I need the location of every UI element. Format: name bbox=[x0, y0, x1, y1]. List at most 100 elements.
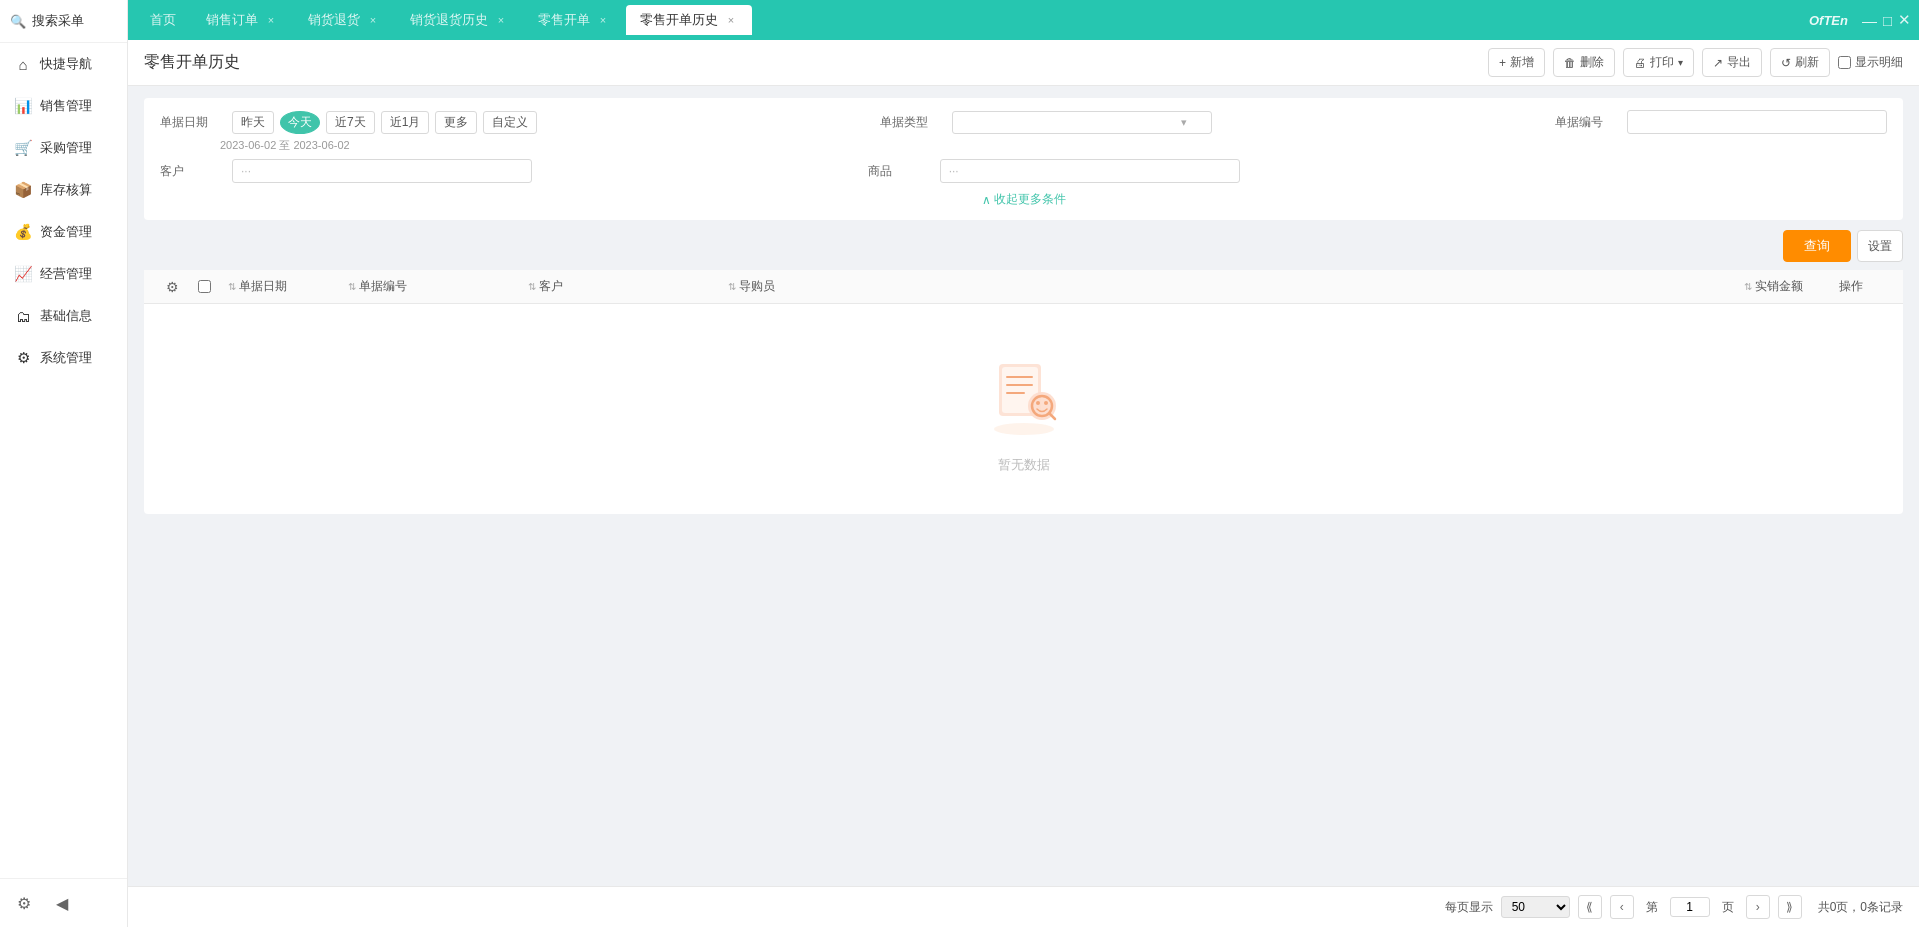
tab-retail-open[interactable]: 零售开单 × bbox=[524, 5, 624, 35]
goods-filter-select[interactable]: ··· bbox=[940, 159, 1240, 183]
tab-home[interactable]: 首页 bbox=[136, 5, 190, 35]
tab-sales-order[interactable]: 销售订单 × bbox=[192, 5, 292, 35]
sidebar: 🔍 搜索采单 ⌂ 快捷导航 📊 销售管理 🛒 采购管理 📦 库存核算 💰 资金管… bbox=[0, 0, 128, 927]
sidebar-item-quick-nav[interactable]: ⌂ 快捷导航 bbox=[0, 43, 127, 85]
settings-bottom-icon[interactable]: ⚙ bbox=[10, 889, 38, 917]
customer-filter-label: 客户 bbox=[160, 163, 220, 180]
date-range-text: 2023-06-02 至 2023-06-02 bbox=[220, 138, 350, 153]
number-filter-input[interactable] bbox=[1627, 110, 1887, 134]
delete-label: 删除 bbox=[1580, 54, 1604, 71]
delete-button[interactable]: 🗑 删除 bbox=[1553, 48, 1615, 77]
date-btn-1month[interactable]: 近1月 bbox=[381, 111, 430, 134]
last-page-btn[interactable]: ⟫ bbox=[1778, 895, 1802, 919]
date-btn-more[interactable]: 更多 bbox=[435, 111, 477, 134]
sidebar-item-sales-mgmt[interactable]: 📊 销售管理 bbox=[0, 85, 127, 127]
page-label-before: 第 bbox=[1646, 899, 1658, 916]
sidebar-item-basic-info[interactable]: 🗂 基础信息 bbox=[0, 295, 127, 337]
close-window-icon[interactable]: ✕ bbox=[1898, 11, 1911, 29]
sort-customer-icon[interactable]: ⇅ bbox=[528, 281, 536, 292]
refresh-button[interactable]: ↺ 刷新 bbox=[1770, 48, 1830, 77]
sidebar-item-inventory[interactable]: 📦 库存核算 bbox=[0, 169, 127, 211]
th-amount-label: 实销金额 bbox=[1755, 278, 1803, 295]
page-title: 零售开单历史 bbox=[144, 52, 1478, 73]
query-label: 查询 bbox=[1804, 237, 1830, 255]
tab-retail-open-history[interactable]: 零售开单历史× bbox=[626, 5, 752, 35]
sidebar-item-purchase-mgmt[interactable]: 🛒 采购管理 bbox=[0, 127, 127, 169]
sidebar-nav: ⌂ 快捷导航 📊 销售管理 🛒 采购管理 📦 库存核算 💰 资金管理 📈 经营管… bbox=[0, 43, 127, 878]
tabbar: 首页销售订单×销货退货×销货退货历史×零售开单×零售开单历史× OfTEn — … bbox=[128, 0, 1919, 40]
collapse-label: 收起更多条件 bbox=[994, 191, 1066, 208]
sidebar-icon-quick-nav: ⌂ bbox=[14, 56, 32, 73]
th-settings[interactable]: ⚙ bbox=[156, 279, 188, 295]
tab-sales-return-history[interactable]: 销货退货历史 × bbox=[396, 5, 522, 35]
query-button[interactable]: 查询 bbox=[1783, 230, 1851, 262]
tabbar-right: OfTEn — □ ✕ bbox=[1809, 11, 1911, 29]
date-btn-custom[interactable]: 自定义 bbox=[483, 111, 537, 134]
type-filter-label: 单据类型 bbox=[880, 114, 940, 131]
svg-point-0 bbox=[994, 423, 1054, 435]
minimize-icon[interactable]: — bbox=[1862, 12, 1877, 29]
per-page-label: 每页显示 bbox=[1445, 899, 1493, 916]
sort-date-icon[interactable]: ⇅ bbox=[228, 281, 236, 292]
date-btn-yesterday[interactable]: 昨天 bbox=[232, 111, 274, 134]
sidebar-icon-inventory: 📦 bbox=[14, 181, 32, 199]
sidebar-label-finance-mgmt: 资金管理 bbox=[40, 223, 92, 241]
sidebar-item-finance-mgmt[interactable]: 💰 资金管理 bbox=[0, 211, 127, 253]
filter-panel: 单据日期 昨天 今天 近7天 近1月 更多 自定义 单据类型 ▾ bbox=[144, 98, 1903, 220]
tab-close-sales-return-history[interactable]: × bbox=[494, 13, 508, 27]
current-page-input[interactable] bbox=[1670, 897, 1710, 917]
column-settings-icon[interactable]: ⚙ bbox=[166, 279, 179, 295]
svg-point-9 bbox=[1036, 401, 1040, 405]
sort-guide-icon[interactable]: ⇅ bbox=[728, 281, 736, 292]
sidebar-item-ops-mgmt[interactable]: 📈 经营管理 bbox=[0, 253, 127, 295]
refresh-icon: ↺ bbox=[1781, 56, 1791, 70]
settings-filter-button[interactable]: 设置 bbox=[1857, 230, 1903, 262]
th-date: ⇅ 单据日期 bbox=[220, 278, 340, 295]
filter-row-2: 客户 ··· 商品 ··· bbox=[160, 159, 1887, 183]
collapse-filter-btn[interactable]: ∧ 收起更多条件 bbox=[982, 191, 1066, 208]
prev-page-btn[interactable]: ‹ bbox=[1610, 895, 1634, 919]
sidebar-search[interactable]: 🔍 搜索采单 bbox=[0, 0, 127, 43]
tab-label-sales-return-history: 销货退货历史 bbox=[410, 11, 488, 29]
add-icon: + bbox=[1499, 56, 1506, 70]
show-detail-checkbox[interactable] bbox=[1838, 56, 1851, 69]
sidebar-item-sys-mgmt[interactable]: ⚙ 系统管理 bbox=[0, 337, 127, 379]
sidebar-label-sales-mgmt: 销售管理 bbox=[40, 97, 92, 115]
sidebar-label-basic-info: 基础信息 bbox=[40, 307, 92, 325]
sidebar-icon-basic-info: 🗂 bbox=[14, 308, 32, 325]
date-btn-today[interactable]: 今天 bbox=[280, 111, 320, 134]
sort-number-icon[interactable]: ⇅ bbox=[348, 281, 356, 292]
first-page-btn[interactable]: ⟪ bbox=[1578, 895, 1602, 919]
restore-icon[interactable]: □ bbox=[1883, 12, 1892, 29]
tab-sales-return[interactable]: 销货退货× bbox=[294, 5, 394, 35]
th-customer: ⇅ 客户 bbox=[520, 278, 720, 295]
sort-amount-icon[interactable]: ⇅ bbox=[1744, 281, 1752, 292]
sidebar-icon-ops-mgmt: 📈 bbox=[14, 265, 32, 283]
tab-label-retail-open: 零售开单 bbox=[538, 11, 590, 29]
print-button[interactable]: 🖨 打印 ▾ bbox=[1623, 48, 1694, 77]
sidebar-icon-purchase-mgmt: 🛒 bbox=[14, 139, 32, 157]
tab-close-retail-open[interactable]: × bbox=[596, 13, 610, 27]
tab-label-sales-order: 销售订单 bbox=[206, 11, 258, 29]
show-detail-checkbox-label[interactable]: 显示明细 bbox=[1838, 54, 1903, 71]
tab-close-sales-order[interactable]: × bbox=[264, 13, 278, 27]
per-page-select[interactable]: 50 100 200 bbox=[1501, 896, 1570, 918]
type-filter-select[interactable]: ▾ bbox=[952, 111, 1212, 134]
export-button[interactable]: ↗ 导出 bbox=[1702, 48, 1762, 77]
sidebar-label-purchase-mgmt: 采购管理 bbox=[40, 139, 92, 157]
tab-close-sales-return[interactable]: × bbox=[366, 13, 380, 27]
sidebar-search-label: 搜索采单 bbox=[32, 12, 84, 30]
select-all-checkbox[interactable] bbox=[198, 280, 211, 293]
customer-filter-select[interactable]: ··· bbox=[232, 159, 532, 183]
page-label-after: 页 bbox=[1722, 899, 1734, 916]
collapse-sidebar-icon[interactable]: ◀ bbox=[48, 889, 76, 917]
date-filter-group: 昨天 今天 近7天 近1月 更多 自定义 bbox=[232, 111, 537, 134]
tab-close-retail-open-history[interactable]: × bbox=[724, 13, 738, 27]
th-check[interactable] bbox=[188, 280, 220, 293]
pagination: 每页显示 50 100 200 ⟪ ‹ 第 页 › ⟫ 共0页，0条记录 bbox=[128, 886, 1919, 927]
next-page-btn[interactable]: › bbox=[1746, 895, 1770, 919]
refresh-label: 刷新 bbox=[1795, 54, 1819, 71]
add-button[interactable]: + 新增 bbox=[1488, 48, 1545, 77]
date-btn-7days[interactable]: 近7天 bbox=[326, 111, 375, 134]
content-area: 单据日期 昨天 今天 近7天 近1月 更多 自定义 单据类型 ▾ bbox=[128, 86, 1919, 886]
